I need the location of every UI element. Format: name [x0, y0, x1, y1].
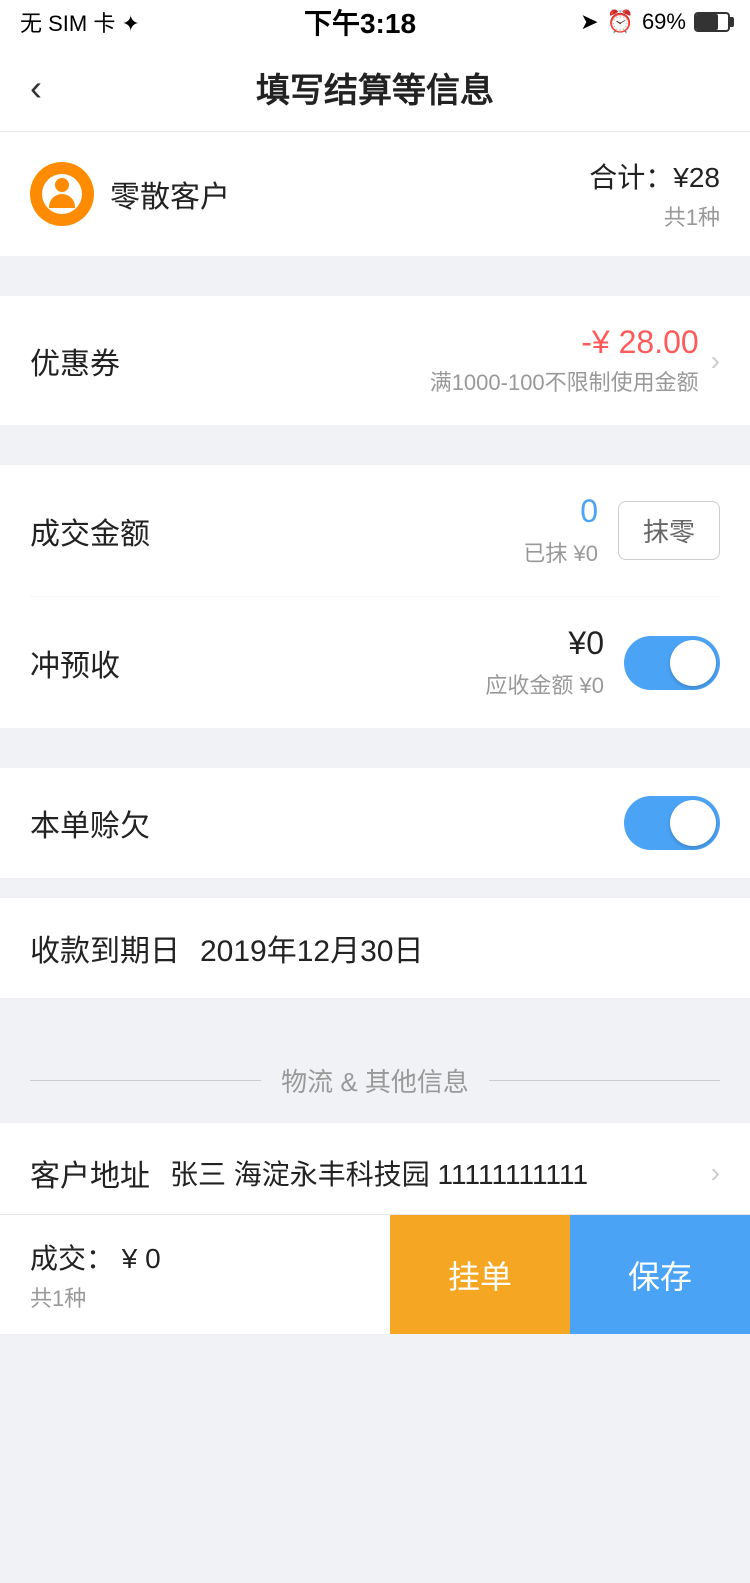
- chevron-right-icon: ›: [711, 345, 720, 377]
- logistics-text: 物流 & 其他信息: [261, 1062, 489, 1099]
- toggle-knob: [670, 640, 716, 686]
- status-left: 无 SIM 卡 ✦: [20, 6, 140, 38]
- address-chevron-icon: ›: [711, 1157, 720, 1189]
- coupon-desc: 满1000-100不限制使用金额: [430, 365, 699, 397]
- debt-toggle-knob: [670, 800, 716, 846]
- deal-section: 成交金额 0 已抹 ¥0 抹零 冲预收 ¥0 应收金额 ¥0: [0, 465, 750, 728]
- deal-amount-label: 成交金额: [30, 509, 150, 553]
- customer-right: 合计：¥28 共1种: [589, 156, 720, 232]
- chong-yushou-sub: ¥0 应收金额 ¥0: [485, 625, 604, 700]
- customer-left: 零散客户: [30, 162, 230, 226]
- status-right: ➤ ⏰ 69%: [580, 9, 730, 35]
- avatar: [30, 162, 94, 226]
- coupon-discount: -¥ 28.00: [430, 324, 699, 361]
- location-icon: ➤: [580, 9, 598, 35]
- customer-name: 零散客户: [110, 172, 230, 216]
- customer-section: 零散客户 合计：¥28 共1种: [0, 132, 750, 256]
- bottom-info: 成交： ¥ 0 共1种: [0, 1237, 390, 1313]
- chong-yushou-row: 冲预收 ¥0 应收金额 ¥0: [30, 597, 720, 728]
- coupon-info: -¥ 28.00 满1000-100不限制使用金额: [430, 324, 699, 397]
- debt-section: 本单赊欠: [0, 768, 750, 878]
- round-zero-button[interactable]: 抹零: [618, 501, 720, 560]
- customer-row: 零散客户 合计：¥28 共1种: [0, 132, 750, 256]
- status-bar: 无 SIM 卡 ✦ 下午3:18 ➤ ⏰ 69%: [0, 0, 750, 44]
- section-divider-1: [0, 276, 750, 296]
- already-rounded-label: 已抹 ¥0: [523, 536, 598, 568]
- logistics-line-right: [489, 1080, 720, 1081]
- deal-amount-right: 0 已抹 ¥0 抹零: [523, 493, 720, 568]
- chong-yushou-right: ¥0 应收金额 ¥0: [485, 625, 720, 700]
- section-divider-4: [0, 1018, 750, 1038]
- address-row[interactable]: 客户地址 张三 海淀永丰科技园 11111111111 ›: [0, 1123, 750, 1223]
- hold-button[interactable]: 挂单: [390, 1215, 570, 1334]
- chong-yushou-toggle[interactable]: [624, 636, 720, 690]
- due-date-value: 2019年12月30日: [200, 926, 423, 970]
- coupon-row[interactable]: 优惠券 -¥ 28.00 满1000-100不限制使用金额 ›: [0, 296, 750, 425]
- deal-amount-sub: 0 已抹 ¥0: [523, 493, 598, 568]
- alarm-icon: ⏰: [607, 9, 634, 35]
- address-label: 客户地址: [30, 1151, 150, 1195]
- deal-amount-row: 成交金额 0 已抹 ¥0 抹零: [30, 465, 720, 597]
- bottom-deal: 成交： ¥ 0: [30, 1237, 360, 1277]
- customer-count: 共1种: [589, 200, 720, 232]
- section-divider-3: [0, 748, 750, 768]
- content-area: 零散客户 合计：¥28 共1种 优惠券 -¥ 28.00 满1000-100不限…: [0, 132, 750, 1583]
- bottom-deal-label: 成交：: [30, 1243, 114, 1274]
- bottom-buttons: 挂单 保存: [390, 1215, 750, 1334]
- address-value: 张三 海淀永丰科技园 11111111111: [170, 1153, 711, 1193]
- coupon-right: -¥ 28.00 满1000-100不限制使用金额 ›: [430, 324, 720, 397]
- section-divider-2: [0, 445, 750, 465]
- battery-text: 69%: [642, 9, 686, 35]
- deal-amount-value: 0: [580, 493, 598, 530]
- status-time: 下午3:18: [304, 2, 416, 42]
- chong-yushou-label: 冲预收: [30, 641, 120, 685]
- page-title: 填写结算等信息: [256, 63, 494, 112]
- due-date-section: 收款到期日 2019年12月30日: [0, 898, 750, 998]
- debt-label: 本单赊欠: [30, 801, 150, 845]
- address-section: 客户地址 张三 海淀永丰科技园 11111111111 ›: [0, 1123, 750, 1223]
- sim-text: 无 SIM 卡 ✦: [20, 6, 140, 38]
- bottom-deal-value: ¥ 0: [122, 1243, 161, 1274]
- avatar-icon: [42, 174, 82, 214]
- back-button[interactable]: ‹: [30, 67, 42, 109]
- bottom-count: 共1种: [30, 1281, 360, 1313]
- coupon-section[interactable]: 优惠券 -¥ 28.00 满1000-100不限制使用金额 ›: [0, 296, 750, 425]
- debt-toggle[interactable]: [624, 796, 720, 850]
- nav-bar: ‹ 填写结算等信息: [0, 44, 750, 132]
- save-button[interactable]: 保存: [570, 1215, 750, 1334]
- customer-total: 合计：¥28: [589, 156, 720, 196]
- logistics-line-left: [30, 1080, 261, 1081]
- chong-yushou-value: ¥0: [568, 625, 604, 662]
- chong-yushou-desc: 应收金额 ¥0: [485, 668, 604, 700]
- battery-icon: [694, 12, 730, 32]
- coupon-label: 优惠券: [30, 339, 120, 383]
- due-date-label: 收款到期日: [30, 926, 180, 970]
- bottom-bar: 成交： ¥ 0 共1种 挂单 保存: [0, 1214, 750, 1334]
- logistics-divider: 物流 & 其他信息: [0, 1038, 750, 1123]
